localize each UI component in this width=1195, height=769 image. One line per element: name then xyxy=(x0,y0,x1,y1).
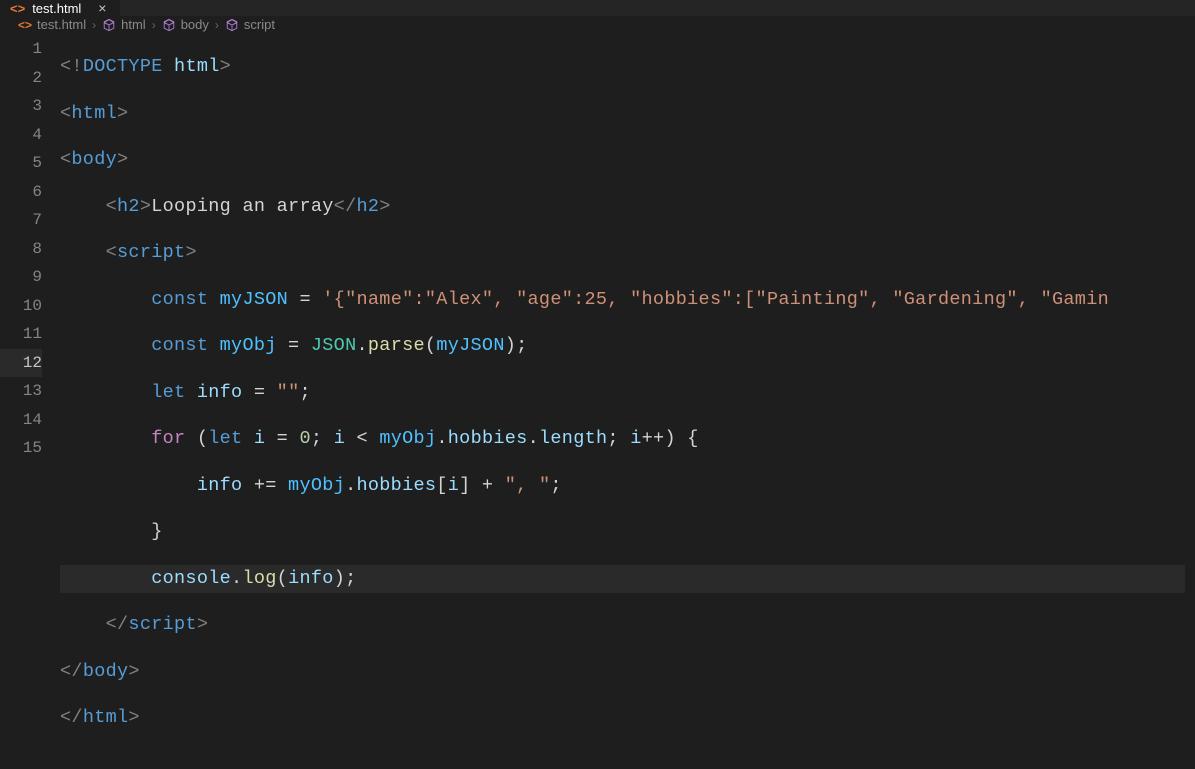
code-line[interactable]: let info = ""; xyxy=(60,379,1195,408)
line-number: 10 xyxy=(0,292,42,321)
tab-bar: <> test.html × xyxy=(0,0,1195,17)
html-file-icon: <> xyxy=(10,1,25,16)
breadcrumb: <> test.html › html › body › script xyxy=(0,17,1195,33)
breadcrumb-label: script xyxy=(244,17,275,32)
breadcrumb-html[interactable]: html xyxy=(102,17,146,32)
code-line[interactable]: <h2>Looping an array</h2> xyxy=(60,193,1195,222)
chevron-right-icon: › xyxy=(92,18,96,32)
code-line[interactable]: <script> xyxy=(60,239,1195,268)
line-number-gutter: 1 2 3 4 5 6 7 8 9 10 11 12 13 14 15 xyxy=(0,33,60,769)
code-area[interactable]: <!DOCTYPE html> <html> <body> <h2>Loopin… xyxy=(60,33,1195,769)
line-number: 9 xyxy=(0,263,42,292)
line-number: 1 xyxy=(0,35,42,64)
code-line[interactable]: console.log(info); xyxy=(60,565,1195,594)
code-line[interactable]: <!DOCTYPE html> xyxy=(60,53,1195,82)
code-line[interactable]: </body> xyxy=(60,658,1195,687)
breadcrumb-body[interactable]: body xyxy=(162,17,209,32)
line-number: 12 xyxy=(0,349,42,378)
editor[interactable]: 1 2 3 4 5 6 7 8 9 10 11 12 13 14 15 <!DO… xyxy=(0,33,1195,769)
cube-icon xyxy=(162,18,176,32)
code-line[interactable]: </html> xyxy=(60,704,1195,733)
tab-test-html[interactable]: <> test.html × xyxy=(0,0,121,16)
line-number: 15 xyxy=(0,434,42,463)
html-file-icon: <> xyxy=(18,18,32,32)
code-line[interactable]: <html> xyxy=(60,100,1195,129)
code-line[interactable]: <body> xyxy=(60,146,1195,175)
line-number: 2 xyxy=(0,64,42,93)
code-line[interactable]: </script> xyxy=(60,611,1195,640)
breadcrumb-label: html xyxy=(121,17,146,32)
chevron-right-icon: › xyxy=(215,18,219,32)
code-line[interactable]: for (let i = 0; i < myObj.hobbies.length… xyxy=(60,425,1195,454)
chevron-right-icon: › xyxy=(152,18,156,32)
breadcrumb-label: body xyxy=(181,17,209,32)
line-number: 11 xyxy=(0,320,42,349)
code-line[interactable]: const myObj = JSON.parse(myJSON); xyxy=(60,332,1195,361)
line-number: 5 xyxy=(0,149,42,178)
line-number: 7 xyxy=(0,206,42,235)
line-number: 6 xyxy=(0,178,42,207)
code-line[interactable]: const myJSON = '{"name":"Alex", "age":25… xyxy=(60,286,1195,315)
line-number: 13 xyxy=(0,377,42,406)
line-number: 4 xyxy=(0,121,42,150)
cube-icon xyxy=(225,18,239,32)
tab-filename: test.html xyxy=(32,1,81,16)
code-line[interactable]: } xyxy=(60,518,1195,547)
close-icon[interactable]: × xyxy=(94,0,110,16)
line-number: 8 xyxy=(0,235,42,264)
code-line[interactable]: info += myObj.hobbies[i] + ", "; xyxy=(60,472,1195,501)
cube-icon xyxy=(102,18,116,32)
breadcrumb-file[interactable]: <> test.html xyxy=(18,17,86,32)
breadcrumb-script[interactable]: script xyxy=(225,17,275,32)
line-number: 3 xyxy=(0,92,42,121)
line-number: 14 xyxy=(0,406,42,435)
breadcrumb-file-label: test.html xyxy=(37,17,86,32)
minimap[interactable] xyxy=(1185,33,1195,769)
